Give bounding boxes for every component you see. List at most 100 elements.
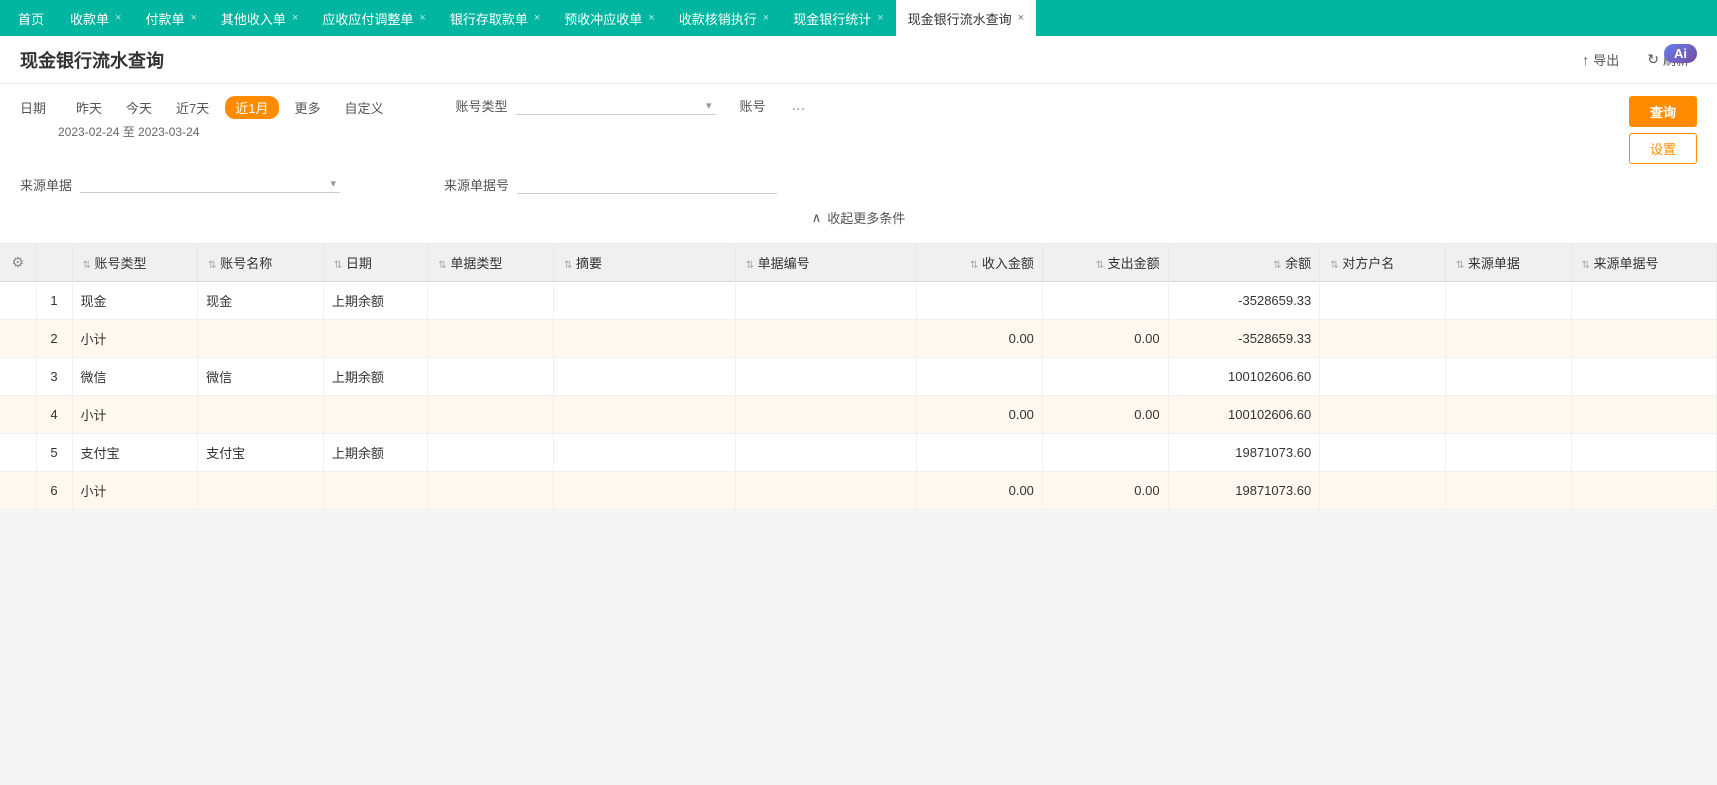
th-income[interactable]: ⇅ 收入金额 [917, 244, 1043, 282]
th-date[interactable]: ⇅ 日期 [323, 244, 427, 282]
table-cell [323, 396, 427, 434]
nav-tab-4[interactable]: 银行存取款单 × [438, 0, 552, 36]
close-tab-5-icon[interactable]: × [648, 12, 654, 24]
th-doc-no[interactable]: ⇅ 单据编号 [735, 244, 917, 282]
table-cell: 100102606.60 [1168, 358, 1320, 396]
table-cell: -3528659.33 [1168, 320, 1320, 358]
th-source-doc-no[interactable]: ⇅ 来源单据号 [1571, 244, 1716, 282]
export-icon: ↑ [1582, 52, 1589, 68]
th-expense[interactable]: ⇅ 支出金额 [1042, 244, 1168, 282]
table-row: 4小计0.000.00100102606.60 [0, 396, 1717, 434]
sort-icon: ⇅ [334, 260, 342, 271]
table-cell: 19871073.60 [1168, 472, 1320, 510]
table-body: 1现金现金上期余额-3528659.332小计0.000.00-3528659.… [0, 282, 1717, 510]
account-no-dots-btn[interactable]: ... [788, 97, 809, 115]
date-yesterday-btn[interactable]: 昨天 [68, 96, 110, 119]
close-tab-0-icon[interactable]: × [115, 12, 121, 24]
table-cell [1445, 396, 1571, 434]
table-cell [323, 472, 427, 510]
table-cell [0, 282, 36, 320]
table-cell: 小计 [72, 320, 198, 358]
nav-tab-2[interactable]: 其他收入单 × [209, 0, 310, 36]
date-1month-btn[interactable]: 近1月 [225, 96, 278, 119]
table-cell [1445, 320, 1571, 358]
close-tab-8-icon[interactable]: × [1018, 12, 1024, 24]
close-tab-7-icon[interactable]: × [877, 12, 883, 24]
sort-icon: ⇅ [1096, 260, 1104, 271]
table-cell: 上期余额 [323, 434, 427, 472]
table-cell: 0.00 [1042, 396, 1168, 434]
query-button[interactable]: 查询 [1629, 96, 1697, 127]
table-cell: 0.00 [1042, 472, 1168, 510]
table-row: 3微信微信上期余额100102606.60 [0, 358, 1717, 396]
table-cell [1320, 434, 1446, 472]
account-type-select[interactable]: ▾ [516, 97, 716, 115]
table-cell [323, 320, 427, 358]
table-cell [917, 282, 1043, 320]
table-cell: 3 [36, 358, 72, 396]
th-settings[interactable]: ⚙ [0, 244, 36, 282]
table-cell [1571, 434, 1716, 472]
close-tab-2-icon[interactable]: × [292, 12, 298, 24]
ai-badge[interactable]: Ai [1664, 44, 1697, 63]
nav-tab-5[interactable]: 预收冲应收单 × [552, 0, 666, 36]
sort-icon: ⇅ [438, 260, 446, 271]
nav-tab-1[interactable]: 付款单 × [133, 0, 208, 36]
nav-tab-8[interactable]: 现金银行流水查询 × [896, 0, 1036, 36]
close-tab-6-icon[interactable]: × [763, 12, 769, 24]
date-7days-btn[interactable]: 近7天 [168, 96, 217, 119]
nav-tab-3[interactable]: 应收应付调整单 × [310, 0, 437, 36]
gear-icon[interactable]: ⚙ [11, 254, 24, 270]
collapse-bar[interactable]: ∧ 收起更多条件 [20, 204, 1697, 231]
sort-icon: ⇅ [1273, 260, 1281, 271]
th-index [36, 244, 72, 282]
source-doc-select[interactable]: ▾ [80, 175, 340, 193]
nav-home[interactable]: 首页 [4, 0, 58, 36]
date-custom-btn[interactable]: 自定义 [337, 96, 392, 119]
close-tab-3-icon[interactable]: × [419, 12, 425, 24]
table-cell [1571, 282, 1716, 320]
table-cell [1320, 396, 1446, 434]
refresh-icon: ↻ [1647, 51, 1659, 68]
setting-button[interactable]: 设置 [1629, 133, 1697, 164]
table-cell [428, 358, 554, 396]
th-counterparty[interactable]: ⇅ 对方户名 [1320, 244, 1446, 282]
table-cell [1571, 358, 1716, 396]
table-cell [553, 396, 735, 434]
th-balance[interactable]: ⇅ 余额 [1168, 244, 1320, 282]
table-cell [553, 282, 735, 320]
date-today-btn[interactable]: 今天 [118, 96, 160, 119]
source-doc-no-input[interactable] [517, 174, 777, 194]
date-more-btn[interactable]: 更多 [287, 96, 329, 119]
source-doc-no-label: 来源单据号 [444, 175, 509, 194]
sort-icon: ⇅ [564, 260, 572, 271]
table-cell [0, 472, 36, 510]
table-cell [1042, 434, 1168, 472]
source-doc-label: 来源单据 [20, 175, 72, 194]
nav-tab-7[interactable]: 现金银行统计 × [781, 0, 895, 36]
table-cell: 支付宝 [72, 434, 198, 472]
th-account-type[interactable]: ⇅ 账号类型 [72, 244, 198, 282]
export-button[interactable]: ↑ 导出 [1574, 46, 1627, 73]
th-doc-type[interactable]: ⇅ 单据类型 [428, 244, 554, 282]
close-tab-1-icon[interactable]: × [190, 12, 196, 24]
table-cell [1445, 472, 1571, 510]
table-cell: 支付宝 [198, 434, 324, 472]
table-cell [0, 396, 36, 434]
nav-tab-6[interactable]: 收款核销执行 × [667, 0, 781, 36]
th-account-name[interactable]: ⇅ 账号名称 [198, 244, 324, 282]
page-header: 现金银行流水查询 ↑ 导出 ↻ 刷新 Ai [0, 36, 1717, 84]
header-actions: ↑ 导出 ↻ 刷新 Ai [1574, 46, 1697, 73]
th-source-doc[interactable]: ⇅ 来源单据 [1445, 244, 1571, 282]
th-summary[interactable]: ⇅ 摘要 [553, 244, 735, 282]
table-cell: 4 [36, 396, 72, 434]
nav-tab-0[interactable]: 收款单 × [58, 0, 133, 36]
collapse-up-icon: ∧ [812, 210, 822, 226]
top-nav: 首页 收款单 × 付款单 × 其他收入单 × 应收应付调整单 × 银行存取款单 … [0, 0, 1717, 36]
table-cell: 小计 [72, 472, 198, 510]
table-cell [735, 320, 917, 358]
table-cell [1042, 282, 1168, 320]
table-cell: 100102606.60 [1168, 396, 1320, 434]
table-cell [735, 282, 917, 320]
close-tab-4-icon[interactable]: × [534, 12, 540, 24]
